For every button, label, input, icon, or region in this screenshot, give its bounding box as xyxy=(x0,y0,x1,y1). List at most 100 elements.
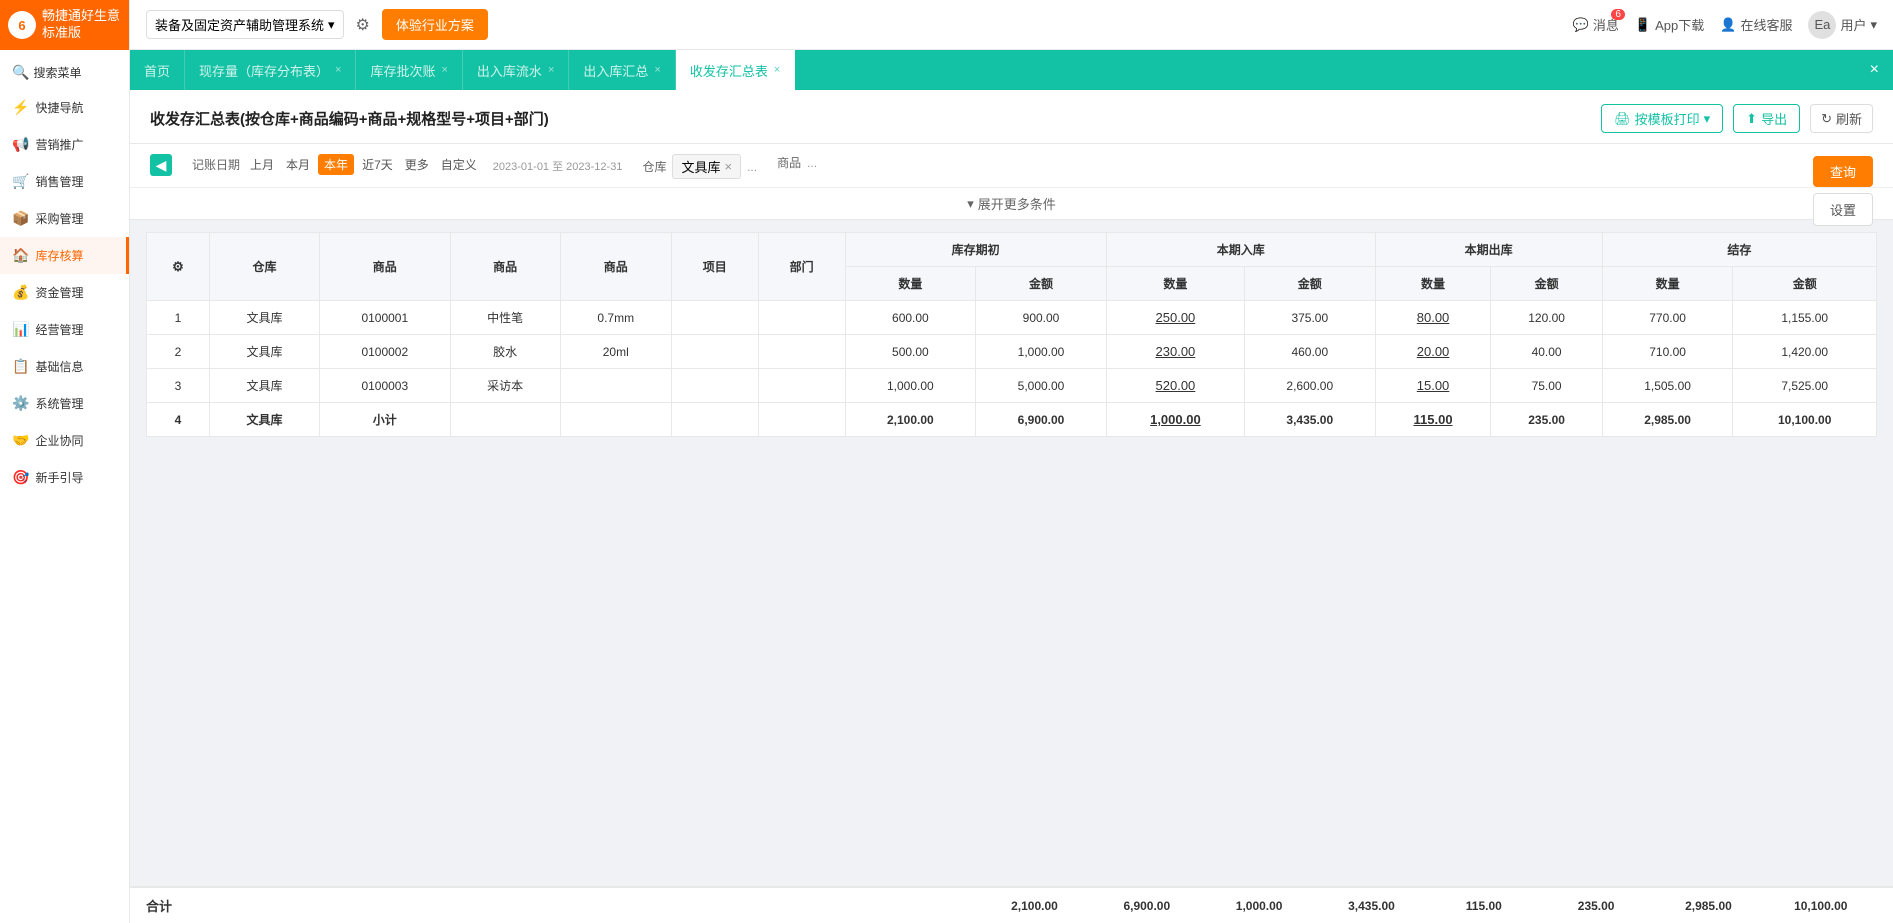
system-selector[interactable]: 装备及固定资产辅助管理系统 ▾ xyxy=(146,10,344,39)
trial-btn[interactable]: 体验行业方案 xyxy=(382,9,488,40)
sidebar-item-capital[interactable]: 💰 资金管理 xyxy=(0,274,129,311)
total-col7 xyxy=(866,899,978,913)
row1-in-qty[interactable]: 250.00 xyxy=(1106,301,1244,335)
row2-closing-qty: 710.00 xyxy=(1602,335,1733,369)
tab-in-out-flow[interactable]: 出入库流水 × xyxy=(463,50,569,90)
row3-out-qty[interactable]: 15.00 xyxy=(1375,369,1491,403)
sidebar: 6 畅捷通好生意 标准版 🔍 搜索菜单 ⚡ 快捷导航 📢 营销推广 🛒 销售管理… xyxy=(0,0,130,923)
sidebar-item-inventory[interactable]: 🏠 库存核算 xyxy=(0,237,129,274)
row2-out-qty[interactable]: 20.00 xyxy=(1375,335,1491,369)
subtotal-in-amt: 3,435.00 xyxy=(1244,403,1375,437)
row1-spec: 0.7mm xyxy=(560,301,671,335)
date-custom-btn[interactable]: 自定义 xyxy=(437,154,481,175)
sidebar-header: 6 畅捷通好生意 标准版 xyxy=(0,0,129,50)
subtotal-in-qty[interactable]: 1,000.00 xyxy=(1106,403,1244,437)
capital-icon: 💰 xyxy=(12,284,29,301)
subtotal-col6 xyxy=(671,403,758,437)
expand-more-row: ▾ 展开更多条件 xyxy=(130,187,1893,219)
row2-in-qty[interactable]: 230.00 xyxy=(1106,335,1244,369)
sidebar-item-guide[interactable]: 🎯 新手引导 xyxy=(0,459,129,496)
tab-recv-send-summary-close[interactable]: × xyxy=(774,64,780,76)
set-btn[interactable]: 设置 xyxy=(1813,193,1873,226)
subtotal-out-qty[interactable]: 115.00 xyxy=(1375,403,1491,437)
warehouse-tag-close[interactable]: × xyxy=(724,159,732,174)
table-row: 1 文具库 0100001 中性笔 0.7mm 600.00 900.00 25… xyxy=(147,301,1877,335)
sidebar-item-quick-nav[interactable]: ⚡ 快捷导航 xyxy=(0,89,129,126)
expand-icon: ▾ xyxy=(967,196,974,212)
search-icon: 🔍 xyxy=(12,64,29,81)
tab-home[interactable]: 首页 xyxy=(130,50,185,90)
total-col4 xyxy=(529,899,641,913)
th-opening-qty: 数量 xyxy=(845,267,976,301)
row2-warehouse: 文具库 xyxy=(210,335,320,369)
print-chevron-icon: ▾ xyxy=(1704,111,1711,127)
notifications-btn[interactable]: 💬 消息 6 xyxy=(1573,15,1619,34)
date-curr-month-btn[interactable]: 本月 xyxy=(282,154,314,175)
row3-project xyxy=(671,369,758,403)
th-warehouse: 仓库 xyxy=(210,233,320,301)
th-closing-amt: 金额 xyxy=(1733,267,1877,301)
row2-seq: 2 xyxy=(147,335,210,369)
tab-stock-dist[interactable]: 现存量（库存分布表） × xyxy=(185,50,356,90)
th-settings[interactable]: ⚙ xyxy=(147,233,210,301)
sidebar-item-base-info[interactable]: 📋 基础信息 xyxy=(0,348,129,385)
row2-opening-qty: 500.00 xyxy=(845,335,976,369)
filter-group-warehouse: 仓库 文具库 × ... xyxy=(642,154,757,179)
filter-toggle-btn[interactable]: ◀ xyxy=(150,154,172,176)
tab-in-out-flow-close[interactable]: × xyxy=(548,64,554,76)
filter-rows: ◀ 记账日期 上月 本月 本年 近7天 更多 自定义 2023-01-01 至 … xyxy=(130,144,1893,187)
enterprise-icon: 🤝 xyxy=(12,432,29,449)
print-template-btn[interactable]: 🖨 按模板打印 ▾ xyxy=(1601,104,1723,133)
row1-out-qty[interactable]: 80.00 xyxy=(1375,301,1491,335)
total-in-qty: 1,000.00 xyxy=(1203,899,1315,913)
date-7days-btn[interactable]: 近7天 xyxy=(358,154,397,175)
tab-in-out-summary-close[interactable]: × xyxy=(654,64,660,76)
total-out-amt: 235.00 xyxy=(1540,899,1652,913)
user-chevron-icon: ▾ xyxy=(1870,17,1877,33)
subtotal-col7 xyxy=(758,403,845,437)
settings-gear-icon[interactable]: ⚙ xyxy=(356,15,370,35)
tabbar-close-btn[interactable]: × xyxy=(1856,61,1893,79)
tab-stock-dist-close[interactable]: × xyxy=(335,64,341,76)
warehouse-more[interactable]: ... xyxy=(747,160,757,174)
total-closing-qty: 2,985.00 xyxy=(1652,899,1764,913)
tab-batch-ledger-close[interactable]: × xyxy=(441,64,447,76)
row1-opening-qty: 600.00 xyxy=(845,301,976,335)
date-prev-month-btn[interactable]: 上月 xyxy=(246,154,278,175)
row3-opening-qty: 1,000.00 xyxy=(845,369,976,403)
date-more-btn[interactable]: 更多 xyxy=(401,154,433,175)
goods-more[interactable]: ... xyxy=(807,156,817,170)
subtotal-out-amt: 235.00 xyxy=(1491,403,1602,437)
date-curr-year-btn[interactable]: 本年 xyxy=(318,154,354,175)
sidebar-item-purchase[interactable]: 📦 采购管理 xyxy=(0,200,129,237)
sidebar-item-system[interactable]: ⚙️ 系统管理 xyxy=(0,385,129,422)
query-btn[interactable]: 查询 xyxy=(1813,156,1873,187)
tab-in-out-summary[interactable]: 出入库汇总 × xyxy=(569,50,675,90)
app-logo: 6 xyxy=(8,11,36,39)
export-btn[interactable]: ⬆ 导出 xyxy=(1733,104,1800,133)
bell-icon: 💬 xyxy=(1573,17,1589,33)
row3-name: 采访本 xyxy=(450,369,560,403)
total-closing-amt: 10,100.00 xyxy=(1765,899,1877,913)
tab-recv-send-summary[interactable]: 收发存汇总表 × xyxy=(676,50,795,90)
subtotal-seq: 4 xyxy=(147,403,210,437)
table-settings-icon[interactable]: ⚙ xyxy=(172,259,184,274)
user-menu[interactable]: Ea 用户 ▾ xyxy=(1808,11,1877,39)
online-service-btn[interactable]: 👤 在线客服 xyxy=(1720,15,1792,34)
tab-batch-ledger[interactable]: 库存批次账 × xyxy=(356,50,462,90)
sidebar-search[interactable]: 🔍 搜索菜单 xyxy=(0,56,129,89)
refresh-btn[interactable]: ↻ 刷新 xyxy=(1810,104,1873,133)
download-icon: 📱 xyxy=(1635,17,1651,33)
chevron-down-icon: ▾ xyxy=(328,17,335,33)
sidebar-item-ops[interactable]: 📊 经营管理 xyxy=(0,311,129,348)
app-download-btn[interactable]: 📱 App下载 xyxy=(1635,15,1704,34)
sidebar-item-marketing[interactable]: 📢 营销推广 xyxy=(0,126,129,163)
sidebar-item-enterprise[interactable]: 🤝 企业协同 xyxy=(0,422,129,459)
row3-closing-qty: 1,505.00 xyxy=(1602,369,1733,403)
th-goods-code: 商品 xyxy=(319,233,450,301)
sidebar-nav: 🔍 搜索菜单 ⚡ 快捷导航 📢 营销推广 🛒 销售管理 📦 采购管理 🏠 库存核… xyxy=(0,50,129,923)
expand-more-btn[interactable]: ▾ 展开更多条件 xyxy=(967,194,1056,213)
row3-in-qty[interactable]: 520.00 xyxy=(1106,369,1244,403)
bottom-values: 2,100.00 6,900.00 1,000.00 3,435.00 115.… xyxy=(192,899,1877,913)
sidebar-item-sales[interactable]: 🛒 销售管理 xyxy=(0,163,129,200)
